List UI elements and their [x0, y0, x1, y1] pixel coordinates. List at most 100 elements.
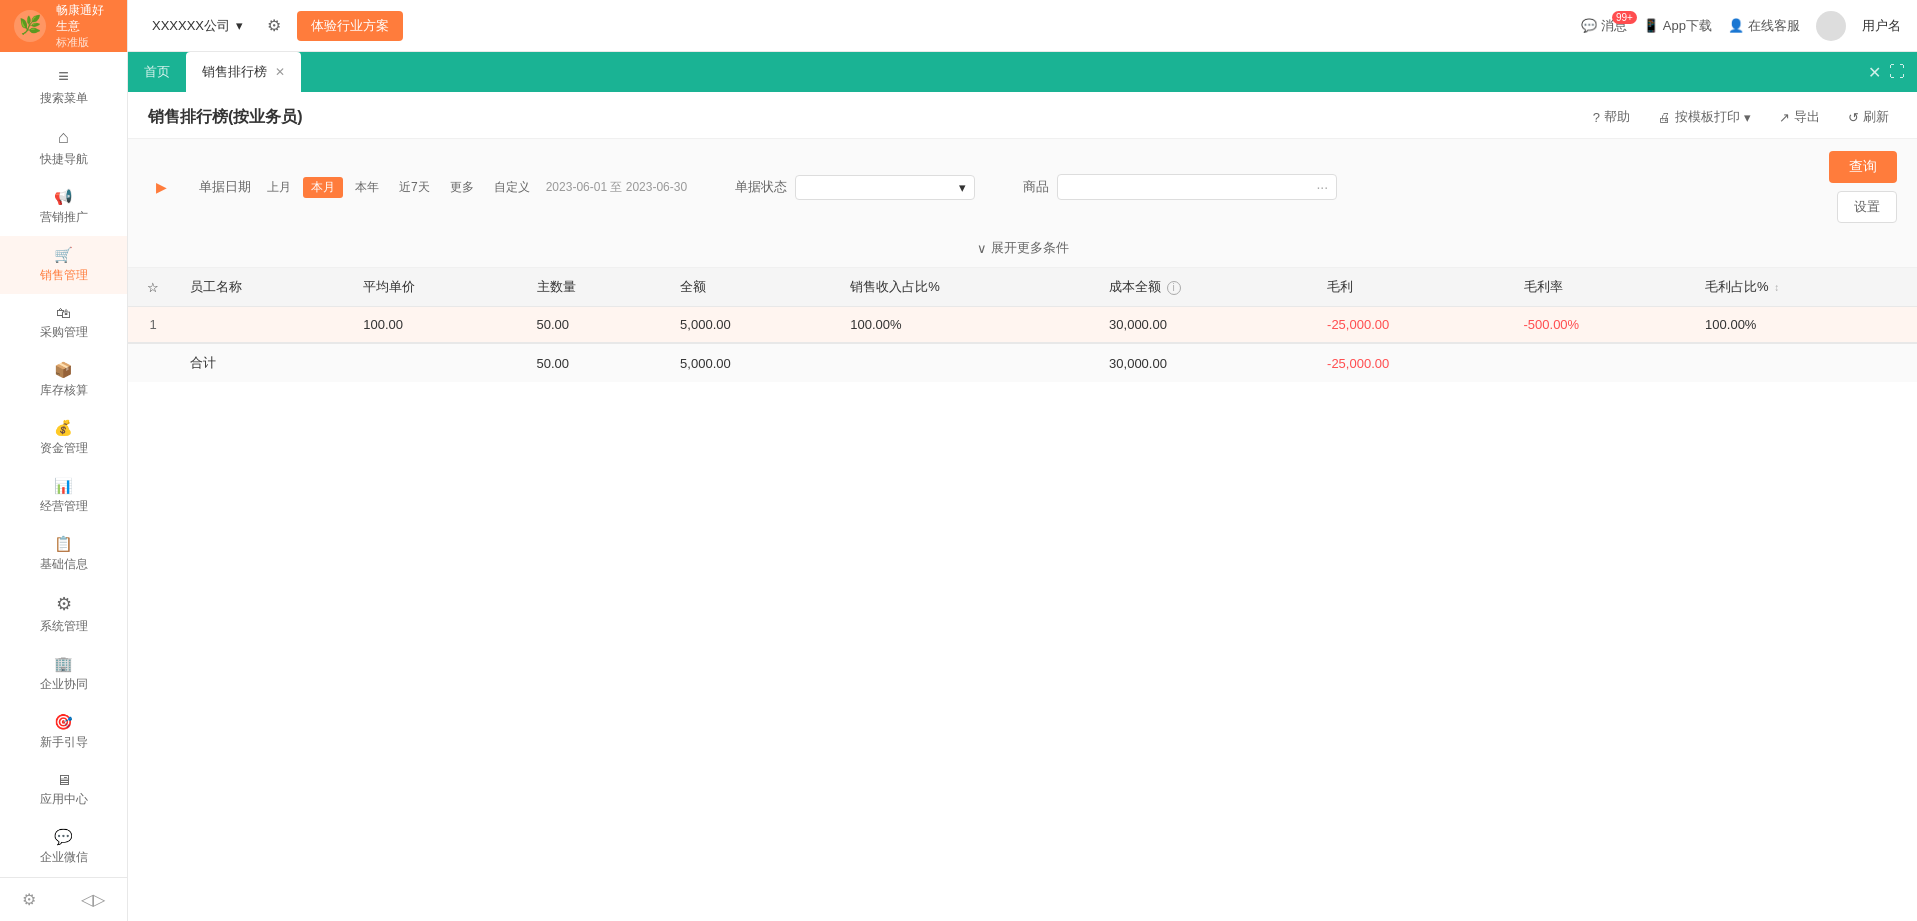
cell-gross-profit: -25,000.00: [1315, 307, 1511, 344]
th-rank-icon: ☆: [128, 268, 178, 307]
sidebar-item-system[interactable]: ⚙ 系统管理: [0, 583, 127, 645]
sidebar-item-inventory[interactable]: 📦 库存核算: [0, 351, 127, 409]
sidebar-item-search-order[interactable]: ≡ 搜索菜单: [0, 56, 127, 117]
refresh-btn[interactable]: ↺ 刷新: [1840, 104, 1897, 130]
expand-more-conditions[interactable]: ∨ 展开更多条件: [148, 233, 1897, 267]
chevron-down-icon: ▾: [959, 180, 966, 195]
trial-button[interactable]: 体验行业方案: [297, 11, 403, 41]
tab-home-label: 首页: [144, 63, 170, 81]
tab-bar-right: ✕ ⛶: [1868, 63, 1917, 82]
header: XXXXXX公司 ▾ ⚙ 体验行业方案 💬 消息 99+ 📱 App下载 👤 在…: [128, 0, 1917, 52]
sidebar-item-label: 销售管理: [40, 267, 88, 284]
sidebar-item-operations[interactable]: 📊 经营管理: [0, 467, 127, 525]
sidebar-item-label: 营销推广: [40, 209, 88, 226]
message-icon: 💬: [1581, 18, 1597, 33]
date-tab-last-month[interactable]: 上月: [259, 177, 299, 198]
footer-gross-rate: [1512, 343, 1694, 382]
th-quantity: 主数量: [525, 268, 669, 307]
company-name: XXXXXX公司: [152, 17, 230, 35]
cost-amount-info-icon[interactable]: i: [1167, 281, 1181, 295]
date-tab-7days[interactable]: 近7天: [391, 177, 438, 198]
template-print-btn[interactable]: 🖨 按模板打印 ▾: [1650, 104, 1759, 130]
sidebar-item-label: 基础信息: [40, 556, 88, 573]
th-avg-price: 平均单价: [351, 268, 524, 307]
tab-sales-ranking[interactable]: 销售排行榜 ✕: [186, 52, 301, 92]
main-content: 首页 销售排行榜 ✕ ✕ ⛶ 销售排行榜(按业务员) ? 帮助 🖨 按模板打印: [128, 52, 1917, 921]
table-header: ☆ 员工名称 平均单价 主数量 全额 销售收入占比% 成本全额 i 毛利 毛利率: [128, 268, 1917, 307]
tab-minimize-icon[interactable]: ✕: [1868, 63, 1881, 82]
gross-pct-sort-icon[interactable]: ↕: [1774, 282, 1779, 293]
help-btn[interactable]: ? 帮助: [1585, 104, 1638, 130]
sidebar-item-marketing[interactable]: 📢 营销推广: [0, 178, 127, 236]
export-btn[interactable]: ↗ 导出: [1771, 104, 1828, 130]
app-download-btn[interactable]: 📱 App下载: [1643, 17, 1712, 35]
th-gross-profit: 毛利: [1315, 268, 1511, 307]
avatar[interactable]: [1816, 11, 1846, 41]
th-cost-amount: 成本全额 i: [1097, 268, 1315, 307]
page-title: 销售排行榜(按业务员): [148, 107, 303, 128]
messages-btn[interactable]: 💬 消息 99+: [1581, 17, 1627, 35]
footer-cost-amount: 30,000.00: [1097, 343, 1315, 382]
sidebar-item-guide[interactable]: 🎯 新手引导: [0, 703, 127, 761]
sidebar-item-finance[interactable]: 💰 资金管理: [0, 409, 127, 467]
query-button[interactable]: 查询: [1829, 151, 1897, 183]
sales-icon: 🛒: [54, 246, 73, 264]
sidebar-item-app-center[interactable]: 🖥 应用中心: [0, 761, 127, 818]
data-table: ☆ 员工名称 平均单价 主数量 全额 销售收入占比% 成本全额 i 毛利 毛利率: [128, 268, 1917, 382]
basic-info-icon: 📋: [54, 535, 73, 553]
goods-ellipsis-icon: ···: [1316, 179, 1328, 195]
search-order-icon: ≡: [58, 66, 69, 87]
export-icon: ↗: [1779, 110, 1790, 125]
sidebar-item-label: 应用中心: [40, 791, 88, 808]
date-tab-custom[interactable]: 自定义: [486, 177, 538, 198]
cell-cost-amount: 30,000.00: [1097, 307, 1315, 344]
date-tab-this-year[interactable]: 本年: [347, 177, 387, 198]
inventory-icon: 📦: [54, 361, 73, 379]
th-amount: 全额: [668, 268, 838, 307]
settings-footer-btn[interactable]: ⚙: [22, 890, 36, 909]
date-tabs: 上月 本月 本年 近7天 更多 自定义: [259, 177, 538, 198]
refresh-label: 刷新: [1863, 108, 1889, 126]
page-header: 销售排行榜(按业务员) ? 帮助 🖨 按模板打印 ▾ ↗ 导出 ↺ 刷新: [128, 92, 1917, 139]
company-selector[interactable]: XXXXXX公司 ▾: [144, 13, 251, 39]
expand-more-label: 展开更多条件: [991, 239, 1069, 257]
svg-text:🌿: 🌿: [19, 14, 42, 36]
tab-bar: 首页 销售排行榜 ✕ ✕ ⛶: [128, 52, 1917, 92]
date-tab-this-month[interactable]: 本月: [303, 177, 343, 198]
status-select[interactable]: ▾: [795, 175, 975, 200]
goods-filter-label: 商品: [1023, 178, 1049, 196]
sidebar-item-sales[interactable]: 🛒 销售管理: [0, 236, 127, 294]
filter-expand-arrow[interactable]: ▶: [148, 175, 175, 199]
sidebar-item-basic-info[interactable]: 📋 基础信息: [0, 525, 127, 583]
th-gross-rate: 毛利率: [1512, 268, 1694, 307]
print-icon: 🖨: [1658, 110, 1671, 125]
cell-quantity: 50.00: [525, 307, 669, 344]
goods-input[interactable]: ···: [1057, 174, 1337, 200]
collapse-btn[interactable]: ◁▷: [81, 890, 105, 909]
tab-home[interactable]: 首页: [128, 52, 186, 92]
date-range-display: 2023-06-01 至 2023-06-30: [546, 179, 687, 196]
tab-close-icon[interactable]: ✕: [275, 65, 285, 79]
sidebar-item-enterprise[interactable]: 🏢 企业协同: [0, 645, 127, 703]
sidebar-item-quick-nav[interactable]: ⌂ 快捷导航: [0, 117, 127, 178]
sidebar-item-label: 系统管理: [40, 618, 88, 635]
date-filter-label: 单据日期: [199, 178, 251, 196]
sidebar-item-wechat[interactable]: 💬 企业微信: [0, 818, 127, 876]
guide-icon: 🎯: [54, 713, 73, 731]
tab-maximize-icon[interactable]: ⛶: [1889, 63, 1905, 81]
settings-button[interactable]: 设置: [1837, 191, 1897, 223]
data-table-container: ☆ 员工名称 平均单价 主数量 全额 销售收入占比% 成本全额 i 毛利 毛利率: [128, 268, 1917, 382]
header-settings-icon[interactable]: ⚙: [263, 12, 285, 39]
chevron-down-icon: ▾: [1744, 110, 1751, 125]
footer-label: 合计: [178, 343, 351, 382]
sidebar-item-label: 企业协同: [40, 676, 88, 693]
footer-empty: [128, 343, 178, 382]
date-tab-more[interactable]: 更多: [442, 177, 482, 198]
sidebar-item-purchase[interactable]: 🛍 采购管理: [0, 294, 127, 351]
footer-quantity: 50.00: [525, 343, 669, 382]
online-service-btn[interactable]: 👤 在线客服: [1728, 17, 1800, 35]
status-filter-group: 单据状态 ▾: [735, 175, 975, 200]
goods-filter-group: 商品 ···: [1023, 174, 1337, 200]
purchase-icon: 🛍: [56, 304, 71, 321]
cell-amount: 5,000.00: [668, 307, 838, 344]
